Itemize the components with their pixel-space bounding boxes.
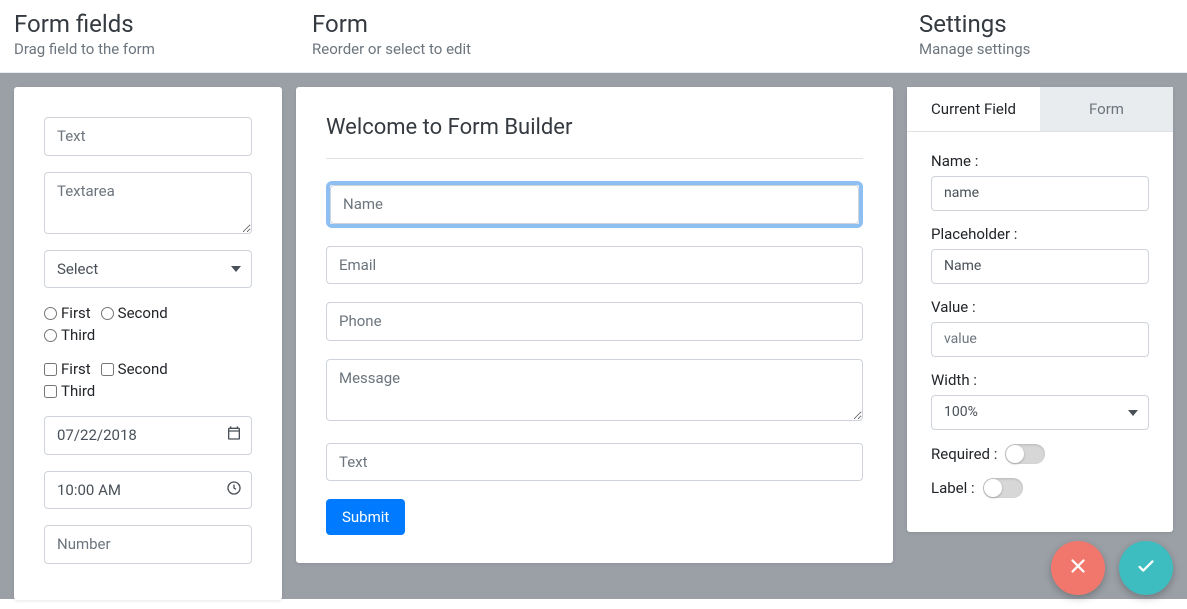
- palette-text-field[interactable]: [44, 117, 252, 156]
- form-field-phone[interactable]: [326, 302, 863, 341]
- palette-checkbox-item[interactable]: First: [44, 360, 91, 378]
- setting-placeholder-input[interactable]: [931, 249, 1149, 284]
- palette-number-field[interactable]: [44, 525, 252, 564]
- settings-tabs: Current Field Form: [907, 87, 1173, 132]
- setting-label-label: Label :: [931, 479, 975, 497]
- form-field-email[interactable]: [326, 246, 863, 285]
- form-title: Welcome to Form Builder: [326, 115, 863, 140]
- header-left: Form fields Drag field to the form: [0, 0, 298, 72]
- submit-button[interactable]: Submit: [326, 499, 405, 535]
- header-right: Settings Manage settings: [905, 0, 1187, 72]
- palette-time-field[interactable]: [44, 471, 252, 510]
- form-preview-panel: Welcome to Form Builder Submit: [296, 87, 893, 563]
- setting-placeholder-label: Placeholder :: [931, 225, 1149, 243]
- setting-name: Name :: [931, 152, 1149, 211]
- setting-value-label: Value :: [931, 298, 1149, 316]
- palette-radio-group[interactable]: First Second Third: [44, 304, 252, 344]
- radio-input[interactable]: [44, 307, 57, 320]
- header-mid: Form Reorder or select to edit: [298, 0, 905, 72]
- setting-required: Required :: [931, 444, 1149, 464]
- palette-date-field-wrap: [44, 416, 252, 455]
- palette-select-field[interactable]: Select: [44, 250, 252, 289]
- header-mid-subtitle: Reorder or select to edit: [312, 40, 891, 58]
- form-field-name[interactable]: [326, 181, 863, 228]
- checkbox-input[interactable]: [101, 363, 114, 376]
- form-field-text[interactable]: [326, 443, 863, 482]
- clock-icon: [226, 480, 242, 500]
- checkbox-input[interactable]: [44, 363, 57, 376]
- palette-date-field[interactable]: [44, 416, 252, 455]
- form-input-phone[interactable]: [326, 302, 863, 341]
- check-icon: [1135, 555, 1157, 581]
- palette-textarea-field[interactable]: [44, 172, 252, 234]
- setting-required-label: Required :: [931, 445, 997, 463]
- palette-checkbox-item[interactable]: Third: [44, 382, 95, 400]
- header-left-title: Form fields: [14, 10, 284, 38]
- form-field-message[interactable]: [326, 359, 863, 425]
- required-toggle[interactable]: [1005, 444, 1045, 464]
- header-row: Form fields Drag field to the form Form …: [0, 0, 1187, 73]
- setting-width-label: Width :: [931, 371, 1149, 389]
- toggle-knob: [1006, 445, 1024, 463]
- palette-radio-item[interactable]: Third: [44, 326, 95, 344]
- tab-current-field[interactable]: Current Field: [907, 87, 1040, 131]
- settings-panel: Current Field Form Name : Placeholder : …: [907, 87, 1173, 532]
- cancel-fab[interactable]: [1051, 541, 1105, 595]
- form-input-email[interactable]: [326, 246, 863, 285]
- toggle-knob: [984, 479, 1002, 497]
- palette-time-field-wrap: [44, 471, 252, 510]
- header-right-subtitle: Manage settings: [919, 40, 1173, 58]
- radio-input[interactable]: [101, 307, 114, 320]
- checkbox-label: Third: [61, 382, 95, 400]
- close-icon: [1067, 555, 1089, 581]
- palette-radio-item[interactable]: First: [44, 304, 91, 322]
- setting-value: Value :: [931, 298, 1149, 357]
- palette-radio-item[interactable]: Second: [101, 304, 168, 322]
- setting-name-input[interactable]: [931, 176, 1149, 211]
- header-right-title: Settings: [919, 10, 1173, 38]
- form-input-text[interactable]: [326, 443, 863, 482]
- checkbox-label: Second: [118, 360, 168, 378]
- setting-label: Label :: [931, 478, 1149, 498]
- settings-body: Name : Placeholder : Value : Width : 100…: [907, 132, 1173, 498]
- header-mid-title: Form: [312, 10, 891, 38]
- checkbox-label: First: [61, 360, 91, 378]
- tab-form[interactable]: Form: [1040, 87, 1173, 131]
- field-palette-panel: Select First Second Third First Second T…: [14, 87, 282, 600]
- radio-label: Second: [118, 304, 168, 322]
- setting-width: Width : 100%: [931, 371, 1149, 430]
- setting-placeholder: Placeholder :: [931, 225, 1149, 284]
- radio-input[interactable]: [44, 329, 57, 342]
- calendar-icon: [226, 425, 242, 445]
- radio-label: First: [61, 304, 91, 322]
- radio-label: Third: [61, 326, 95, 344]
- setting-width-select[interactable]: 100%: [931, 395, 1149, 430]
- setting-value-input[interactable]: [931, 322, 1149, 357]
- form-input-message[interactable]: [326, 359, 863, 421]
- checkbox-input[interactable]: [44, 385, 57, 398]
- fab-row: [1051, 541, 1173, 595]
- form-input-name[interactable]: [330, 185, 859, 224]
- label-toggle[interactable]: [983, 478, 1023, 498]
- palette-checkbox-group[interactable]: First Second Third: [44, 360, 252, 400]
- divider: [326, 158, 863, 159]
- header-left-subtitle: Drag field to the form: [14, 40, 284, 58]
- palette-checkbox-item[interactable]: Second: [101, 360, 168, 378]
- setting-name-label: Name :: [931, 152, 1149, 170]
- confirm-fab[interactable]: [1119, 541, 1173, 595]
- body-row: Select First Second Third First Second T…: [0, 73, 1187, 599]
